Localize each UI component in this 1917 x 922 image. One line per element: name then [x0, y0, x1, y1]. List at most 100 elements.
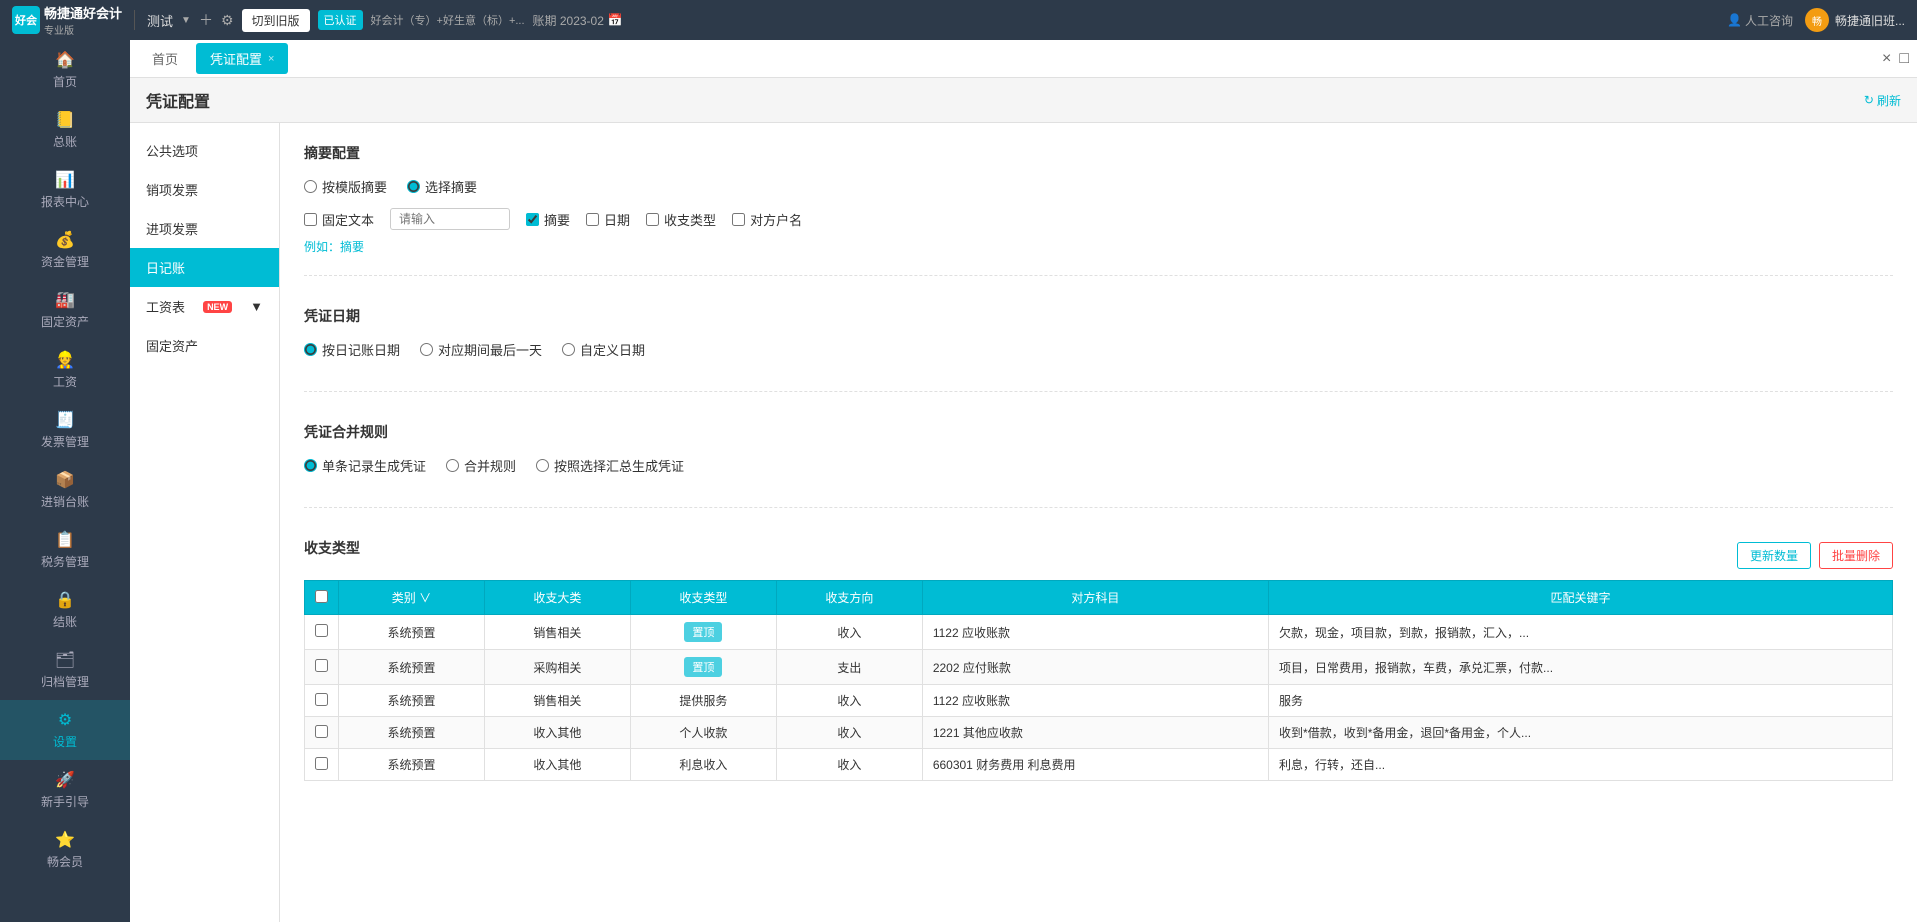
sidebar-item-settings[interactable]: ⚙ 设置 [0, 700, 130, 760]
table-row: 系统预置 销售相关 置顶 收入 1122 应收账款 欠款，现金，项目款，到款，报… [305, 615, 1893, 650]
radio-journal-date[interactable]: 按日记账日期 [304, 340, 400, 359]
sidebar-item-guide[interactable]: 🚀 新手引导 [0, 760, 130, 820]
batch-delete-btn[interactable]: 批量删除 [1819, 542, 1893, 569]
row-checkbox[interactable] [315, 624, 328, 637]
row-checkbox-cell[interactable] [305, 717, 339, 749]
calendar-icon[interactable]: 📅 [608, 13, 623, 27]
radio-period-last-day[interactable]: 对应期间最后一天 [420, 340, 542, 359]
left-nav-journal[interactable]: 日记账 [130, 248, 279, 287]
radio-select-summary[interactable]: 选择摘要 [407, 177, 477, 196]
row-checkbox[interactable] [315, 693, 328, 706]
left-nav-public[interactable]: 公共选项 [130, 131, 279, 170]
fixed-text-checkbox[interactable] [304, 213, 317, 226]
counterpart-checkbox[interactable] [732, 213, 745, 226]
date-checkbox[interactable] [586, 213, 599, 226]
top-tag-btn[interactable]: 置顶 [684, 657, 722, 677]
certified-tag: 已认证 [318, 10, 363, 30]
radio-single-record[interactable]: 单条记录生成凭证 [304, 456, 426, 475]
radio-select-input[interactable] [407, 180, 420, 193]
window-close-btn[interactable]: × [1882, 50, 1891, 68]
check-cashflow-type[interactable]: 收支类型 [646, 210, 716, 229]
cashflow-type-checkbox[interactable] [646, 213, 659, 226]
row-type: 置顶 [630, 615, 776, 650]
left-nav-journal-label: 日记账 [146, 258, 185, 277]
workspace-dropdown[interactable]: ▼ [181, 15, 191, 26]
fixed-text-input[interactable] [390, 208, 510, 230]
left-nav-purchase-invoice[interactable]: 进项发票 [130, 209, 279, 248]
check-date[interactable]: 日期 [586, 210, 630, 229]
th-keywords: 匹配关键字 [1269, 581, 1893, 615]
refresh-btn[interactable]: ↻ 刷新 [1864, 92, 1901, 109]
home-icon: 🏠 [55, 50, 75, 70]
row-checkbox[interactable] [315, 659, 328, 672]
check-summary[interactable]: 摘要 [526, 210, 570, 229]
sidebar-item-archive[interactable]: 🗂 归档管理 [0, 640, 130, 700]
check-fixed-text[interactable]: 固定文本 [304, 210, 374, 229]
payroll-icon: 👷 [55, 350, 75, 370]
row-category: 系统预置 [339, 615, 485, 650]
main-layout: 🏠 首页 📒 总账 📊 报表中心 💰 资金管理 🏭 固定资产 👷 工资 🧾 发票… [0, 40, 1917, 922]
merge-title: 凭证合并规则 [304, 422, 1893, 442]
row-checkbox[interactable] [315, 725, 328, 738]
row-checkbox[interactable] [315, 757, 328, 770]
date-title: 凭证日期 [304, 306, 1893, 326]
row-checkbox-cell[interactable] [305, 650, 339, 685]
left-nav-sales-invoice[interactable]: 销项发票 [130, 170, 279, 209]
sidebar-item-tax[interactable]: 📋 税务管理 [0, 520, 130, 580]
tab-voucher-config[interactable]: 凭证配置 × [196, 43, 288, 74]
summary-checkbox[interactable] [526, 213, 539, 226]
sidebar-item-closing[interactable]: 🔒 结账 [0, 580, 130, 640]
radio-template-summary[interactable]: 按模版摘要 [304, 177, 387, 196]
sidebar-item-ledger[interactable]: 📒 总账 [0, 100, 130, 160]
left-nav-purchase-label: 进项发票 [146, 219, 198, 238]
update-count-btn[interactable]: 更新数量 [1737, 542, 1811, 569]
radio-single-record-input[interactable] [304, 459, 317, 472]
sidebar-item-home[interactable]: 🏠 首页 [0, 40, 130, 100]
settings-icon[interactable]: ⚙ [221, 12, 234, 29]
radio-custom-date[interactable]: 自定义日期 [562, 340, 645, 359]
user-menu[interactable]: 畅 畅捷通旧班... [1805, 8, 1905, 32]
sidebar-item-invoices[interactable]: 🧾 发票管理 [0, 400, 130, 460]
member-icon: ⭐ [55, 830, 75, 850]
left-nav-fixed-assets[interactable]: 固定资产 [130, 326, 279, 365]
row-checkbox-cell[interactable] [305, 685, 339, 717]
sidebar-item-assets[interactable]: 🏭 固定资产 [0, 280, 130, 340]
row-subject: 1122 应收账款 [922, 615, 1268, 650]
sidebar: 🏠 首页 📒 总账 📊 报表中心 💰 资金管理 🏭 固定资产 👷 工资 🧾 发票… [0, 40, 130, 922]
help-btn[interactable]: 👤 人工咨询 [1727, 12, 1793, 29]
add-icon[interactable]: ＋ [199, 10, 213, 30]
left-nav-public-label: 公共选项 [146, 141, 198, 160]
window-max-btn[interactable]: □ [1899, 50, 1909, 68]
left-nav-payroll[interactable]: 工资表 NEW ▼ [130, 287, 279, 326]
radio-journal-date-input[interactable] [304, 343, 317, 356]
switch-old-btn[interactable]: 切到旧版 [242, 9, 310, 32]
row-checkbox-cell[interactable] [305, 749, 339, 781]
row-checkbox-cell[interactable] [305, 615, 339, 650]
tab-actions: × □ [1882, 50, 1909, 68]
tab-close-icon[interactable]: × [268, 53, 274, 65]
radio-period-last-day-input[interactable] [420, 343, 433, 356]
radio-merge-rule-input[interactable] [446, 459, 459, 472]
row-type: 提供服务 [630, 685, 776, 717]
tab-home[interactable]: 首页 [138, 43, 192, 74]
top-tag-btn[interactable]: 置顶 [684, 622, 722, 642]
check-counterpart[interactable]: 对方户名 [732, 210, 802, 229]
sidebar-item-member[interactable]: ⭐ 畅会员 [0, 820, 130, 880]
sidebar-item-payroll[interactable]: 👷 工资 [0, 340, 130, 400]
select-all-checkbox[interactable] [315, 590, 328, 603]
radio-merge-rule[interactable]: 合并规则 [446, 456, 516, 475]
sidebar-item-funds[interactable]: 💰 资金管理 [0, 220, 130, 280]
th-select-all[interactable] [305, 581, 339, 615]
period-label: 账期 2023-02 📅 [533, 12, 623, 29]
topbar-icons: ＋ ⚙ [199, 10, 234, 30]
radio-aggregate[interactable]: 按照选择汇总生成凭证 [536, 456, 684, 475]
sidebar-item-reports[interactable]: 📊 报表中心 [0, 160, 130, 220]
radio-aggregate-input[interactable] [536, 459, 549, 472]
date-radio-group: 按日记账日期 对应期间最后一天 自定义日期 [304, 340, 1893, 359]
assets-icon: 🏭 [55, 290, 75, 310]
th-subject: 对方科目 [922, 581, 1268, 615]
row-keywords: 收到*借款，收到*备用金，退回*备用金，个人... [1269, 717, 1893, 749]
radio-custom-date-input[interactable] [562, 343, 575, 356]
radio-template-input[interactable] [304, 180, 317, 193]
sidebar-item-purchase[interactable]: 📦 进销台账 [0, 460, 130, 520]
